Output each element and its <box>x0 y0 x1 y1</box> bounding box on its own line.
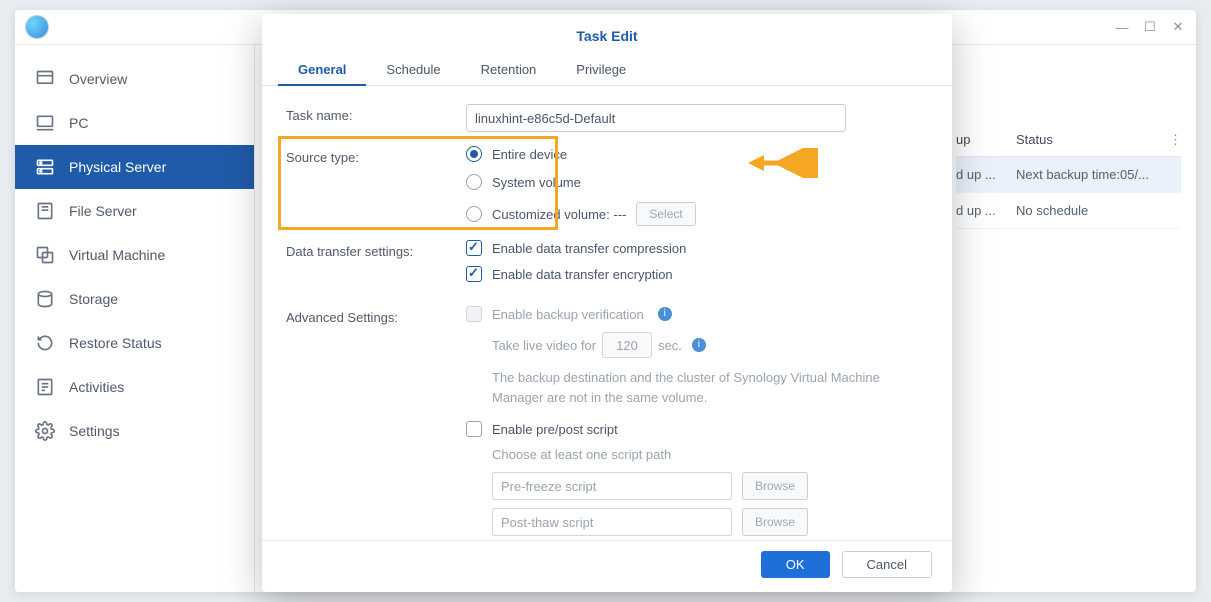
source-type-label: Source type: <box>286 146 466 226</box>
server-icon <box>35 157 55 177</box>
checkbox-label: Enable data transfer compression <box>492 241 686 256</box>
tabs: General Schedule Retention Privilege <box>262 54 952 86</box>
script-hint: Choose at least one script path <box>492 447 928 462</box>
table-row[interactable]: d up ... No schedule <box>956 193 1181 229</box>
cell-backup: d up ... <box>956 167 1016 182</box>
file-server-icon <box>35 201 55 221</box>
sidebar-item-activities[interactable]: Activities <box>15 365 254 409</box>
sidebar-item-label: Restore Status <box>69 335 162 351</box>
modal-footer: OK Cancel <box>262 540 952 592</box>
vm-icon <box>35 245 55 265</box>
table-row[interactable]: d up ... Next backup time:05/... <box>956 157 1181 193</box>
data-transfer-label: Data transfer settings: <box>286 240 466 292</box>
tab-privilege[interactable]: Privilege <box>556 54 646 85</box>
column-backup[interactable]: up <box>956 132 1016 148</box>
sidebar-item-label: File Server <box>69 203 137 219</box>
live-video-prefix: Take live video for <box>492 338 596 353</box>
task-name-label: Task name: <box>286 104 466 132</box>
app-logo-icon <box>25 15 49 39</box>
ok-button[interactable]: OK <box>761 551 830 578</box>
sidebar-item-label: Overview <box>69 71 127 87</box>
sidebar-item-overview[interactable]: Overview <box>15 57 254 101</box>
live-video-seconds-input <box>602 332 652 358</box>
radio-label: Entire device <box>492 147 567 162</box>
minimize-icon[interactable]: — <box>1114 19 1130 35</box>
sidebar-item-label: Storage <box>69 291 118 307</box>
sidebar-item-physical-server[interactable]: Physical Server <box>15 145 254 189</box>
browse-pre-freeze-button: Browse <box>742 472 808 500</box>
destination-note: The backup destination and the cluster o… <box>492 368 912 407</box>
pre-freeze-script-input: Pre-freeze script <box>492 472 732 500</box>
gear-icon <box>35 421 55 441</box>
tab-schedule[interactable]: Schedule <box>366 54 460 85</box>
browse-post-thaw-button: Browse <box>742 508 808 536</box>
radio-system-volume[interactable] <box>466 174 482 190</box>
sidebar-item-label: Activities <box>69 379 124 395</box>
checkbox-compression[interactable] <box>466 240 482 256</box>
storage-icon <box>35 289 55 309</box>
checkbox-backup-verification <box>466 306 482 322</box>
maximize-icon[interactable]: ☐ <box>1142 19 1158 35</box>
overview-icon <box>35 69 55 89</box>
task-edit-modal: Task Edit General Schedule Retention Pri… <box>262 14 952 592</box>
checkbox-label: Enable backup verification <box>492 307 644 322</box>
cancel-button[interactable]: Cancel <box>842 551 932 578</box>
column-menu-icon[interactable]: ⋮ <box>1169 132 1181 148</box>
advanced-settings-label: Advanced Settings: <box>286 306 466 540</box>
activities-icon <box>35 377 55 397</box>
radio-label: Customized volume: --- <box>492 207 626 222</box>
cell-backup: d up ... <box>956 203 1016 218</box>
table-header: up Status ⋮ <box>956 124 1181 157</box>
select-volume-button[interactable]: Select <box>636 202 695 226</box>
checkbox-label: Enable data transfer encryption <box>492 267 673 282</box>
sidebar-item-virtual-machine[interactable]: Virtual Machine <box>15 233 254 277</box>
tab-retention[interactable]: Retention <box>461 54 557 85</box>
info-icon[interactable]: i <box>692 338 706 352</box>
column-status[interactable]: Status <box>1016 132 1169 148</box>
task-table: up Status ⋮ d up ... Next backup time:05… <box>956 124 1181 229</box>
sidebar-item-settings[interactable]: Settings <box>15 409 254 453</box>
post-thaw-script-input: Post-thaw script <box>492 508 732 536</box>
sidebar-item-storage[interactable]: Storage <box>15 277 254 321</box>
checkbox-label: Enable pre/post script <box>492 422 618 437</box>
live-video-suffix: sec. <box>658 338 682 353</box>
radio-customized-volume[interactable] <box>466 206 482 222</box>
restore-icon <box>35 333 55 353</box>
sidebar-item-label: Physical Server <box>69 159 166 175</box>
sidebar-item-restore-status[interactable]: Restore Status <box>15 321 254 365</box>
info-icon[interactable]: i <box>658 307 672 321</box>
pc-icon <box>35 113 55 133</box>
modal-body: Task name: Source type: Entire device Sy… <box>262 86 952 540</box>
sidebar-item-label: PC <box>69 115 88 131</box>
sidebar-item-pc[interactable]: PC <box>15 101 254 145</box>
tab-general[interactable]: General <box>278 54 366 85</box>
sidebar-item-file-server[interactable]: File Server <box>15 189 254 233</box>
cell-status: No schedule <box>1016 203 1181 218</box>
cell-status: Next backup time:05/... <box>1016 167 1181 182</box>
sidebar-item-label: Virtual Machine <box>69 247 165 263</box>
sidebar-item-label: Settings <box>69 423 120 439</box>
radio-entire-device[interactable] <box>466 146 482 162</box>
checkbox-encryption[interactable] <box>466 266 482 282</box>
sidebar: Overview PC Physical Server File Server <box>15 45 255 592</box>
checkbox-pre-post-script[interactable] <box>466 421 482 437</box>
task-name-input[interactable] <box>466 104 846 132</box>
modal-title: Task Edit <box>262 14 952 54</box>
close-icon[interactable]: ✕ <box>1170 19 1186 35</box>
radio-label: System volume <box>492 175 581 190</box>
